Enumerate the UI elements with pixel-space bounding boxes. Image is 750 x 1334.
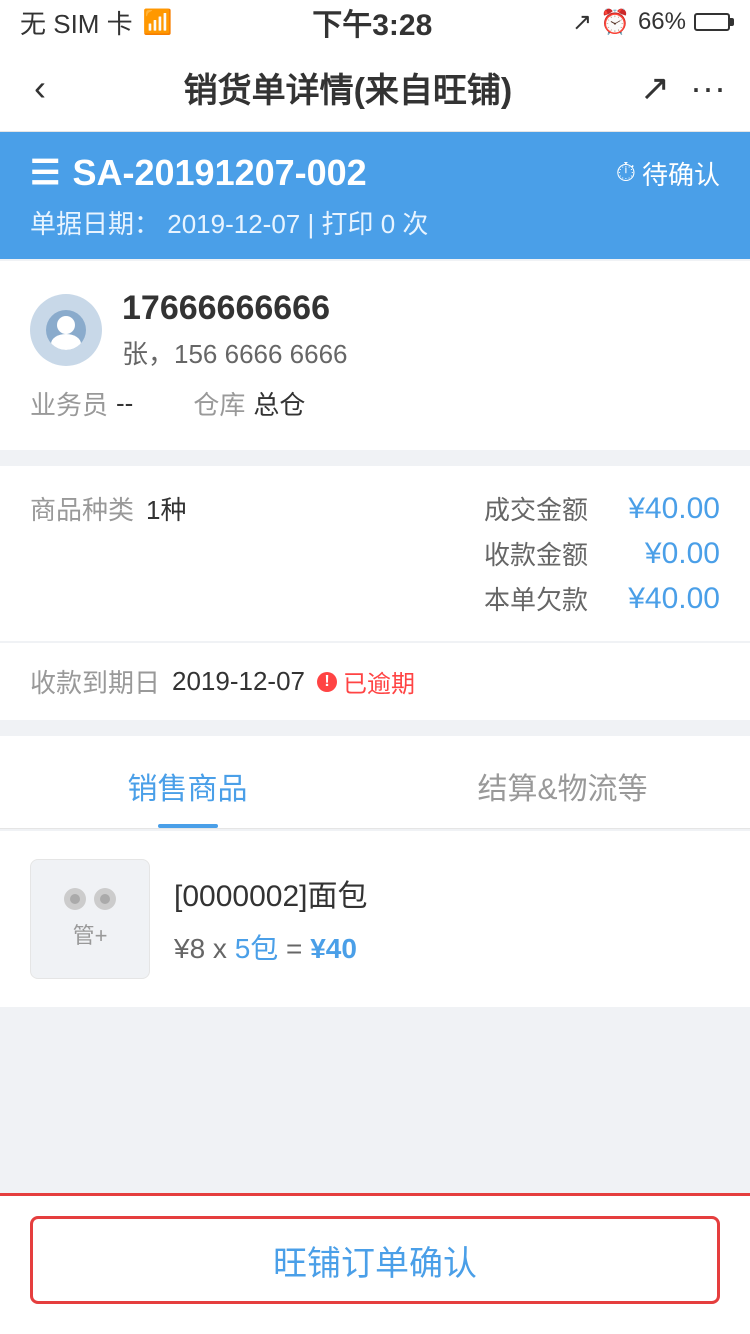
tab-settlement[interactable]: 结算&物流等	[375, 736, 750, 828]
order-id: ☰ SA-20191207-002	[30, 152, 367, 194]
qty-value: 5包	[235, 933, 279, 964]
customer-row: 17666666666 张，156 6666 6666	[30, 289, 720, 371]
price-prefix: ¥8 x	[174, 933, 235, 964]
product-details: [0000002]面包 ¥8 x 5包 = ¥40	[174, 871, 720, 967]
tab-products[interactable]: 销售商品	[0, 736, 375, 828]
battery-icon	[694, 13, 730, 31]
location-icon: ↗	[572, 8, 592, 37]
order-id-icon: ☰	[30, 153, 60, 193]
price-suffix: =	[278, 933, 310, 964]
category-count: 1种	[146, 490, 186, 527]
product-price: ¥8 x 5包 = ¥40	[174, 927, 720, 967]
due-date-value: 2019-12-07	[172, 666, 305, 697]
owl-eye-left	[64, 888, 86, 910]
status-clock-icon: ⏱	[616, 157, 636, 189]
warehouse-value: 总仓	[253, 385, 305, 422]
order-id-text: SA-20191207-002	[72, 152, 366, 194]
amount-row-2: 本单欠款 ¥40.00	[484, 580, 720, 617]
page-title: 销货单详情(来自旺铺)	[184, 63, 513, 112]
products-section: 管+ [0000002]面包 ¥8 x 5包 = ¥40	[0, 831, 750, 1007]
customer-info: 17666666666 张，156 6666 6666	[122, 289, 720, 371]
bottom-action: 旺铺订单确认	[0, 1193, 750, 1334]
avatar	[30, 294, 102, 366]
owl-eyes	[64, 888, 116, 910]
wifi-icon: 📶	[143, 8, 173, 37]
amount-row-0: 成交金额 ¥40.00	[484, 490, 720, 527]
customer-meta: 业务员 -- 仓库 总仓	[30, 385, 720, 422]
person-icon	[46, 310, 86, 350]
salesman-item: 业务员 --	[30, 385, 133, 422]
overdue-icon: !	[317, 672, 337, 692]
summary-section: 商品种类 1种 成交金额 ¥40.00 收款金额 ¥0.00 本单欠款 ¥40.…	[0, 466, 750, 641]
more-icon[interactable]: ···	[690, 67, 726, 109]
customer-phone: 17666666666	[122, 289, 720, 328]
bottom-spacer	[0, 1007, 750, 1207]
salesman-label: 业务员	[30, 385, 108, 422]
tabs-section: 销售商品 结算&物流等	[0, 736, 750, 829]
amount-label-1: 收款金额	[484, 535, 588, 572]
summary-right: 成交金额 ¥40.00 收款金额 ¥0.00 本单欠款 ¥40.00	[484, 490, 720, 617]
product-image: 管+	[30, 859, 150, 979]
amount-value-2: ¥40.00	[600, 582, 720, 616]
price-total: ¥40	[310, 933, 357, 964]
product-logo: 管+	[64, 888, 116, 950]
amount-value-0: ¥40.00	[600, 492, 720, 526]
product-plus-text: 管+	[73, 918, 108, 950]
order-date: 单据日期： 2019-12-07 | 打印 0 次	[30, 204, 720, 241]
amount-label-0: 成交金额	[484, 490, 588, 527]
product-item: 管+ [0000002]面包 ¥8 x 5包 = ¥40	[0, 831, 750, 1007]
order-date-separator: |	[307, 209, 314, 239]
due-section: 收款到期日 2019-12-07 ! 已逾期	[0, 643, 750, 720]
summary-left: 商品种类 1种	[30, 490, 186, 527]
owl-eye-right	[94, 888, 116, 910]
customer-name: 张，156 6666 6666	[122, 334, 720, 371]
order-header: ☰ SA-20191207-002 ⏱ 待确认 单据日期： 2019-12-07…	[0, 132, 750, 259]
status-left: 无 SIM 卡 📶	[20, 4, 173, 41]
customer-section: 17666666666 张，156 6666 6666 业务员 -- 仓库 总仓	[0, 261, 750, 450]
warehouse-label: 仓库	[193, 385, 245, 422]
amount-row-1: 收款金额 ¥0.00	[484, 535, 720, 572]
product-name: [0000002]面包	[174, 871, 720, 915]
overdue-text: 已逾期	[343, 664, 415, 699]
order-date-label: 单据日期：	[30, 209, 160, 239]
tab-settlement-label: 结算&物流等	[477, 773, 647, 806]
order-print-info: 打印 0 次	[321, 209, 428, 239]
alarm-icon: ⏰	[600, 8, 630, 37]
status-bar: 无 SIM 卡 📶 下午3:28 ↗ ⏰ 66%	[0, 0, 750, 44]
nav-bar: ‹ 销货单详情(来自旺铺) ↗ ···	[0, 44, 750, 132]
order-header-top: ☰ SA-20191207-002 ⏱ 待确认	[30, 152, 720, 194]
status-right: ↗ ⏰ 66%	[572, 8, 730, 37]
status-text: 待确认	[642, 155, 720, 192]
tab-products-label: 销售商品	[128, 773, 248, 806]
share-icon[interactable]: ↗	[640, 67, 670, 109]
order-status: ⏱ 待确认	[616, 155, 720, 192]
sim-label: 无 SIM 卡	[20, 4, 133, 41]
back-button[interactable]: ‹	[24, 57, 56, 119]
amount-value-1: ¥0.00	[600, 537, 720, 571]
status-time: 下午3:28	[312, 0, 432, 44]
order-date-value: 2019-12-07	[167, 209, 300, 239]
battery-percentage: 66%	[638, 8, 686, 36]
nav-actions: ↗ ···	[640, 67, 726, 109]
salesman-value: --	[116, 388, 133, 419]
amount-label-2: 本单欠款	[484, 580, 588, 617]
warehouse-item: 仓库 总仓	[193, 385, 305, 422]
category-label: 商品种类	[30, 490, 134, 527]
overdue-badge: ! 已逾期	[317, 664, 415, 699]
confirm-order-button[interactable]: 旺铺订单确认	[30, 1216, 720, 1304]
due-date-label: 收款到期日	[30, 663, 160, 700]
